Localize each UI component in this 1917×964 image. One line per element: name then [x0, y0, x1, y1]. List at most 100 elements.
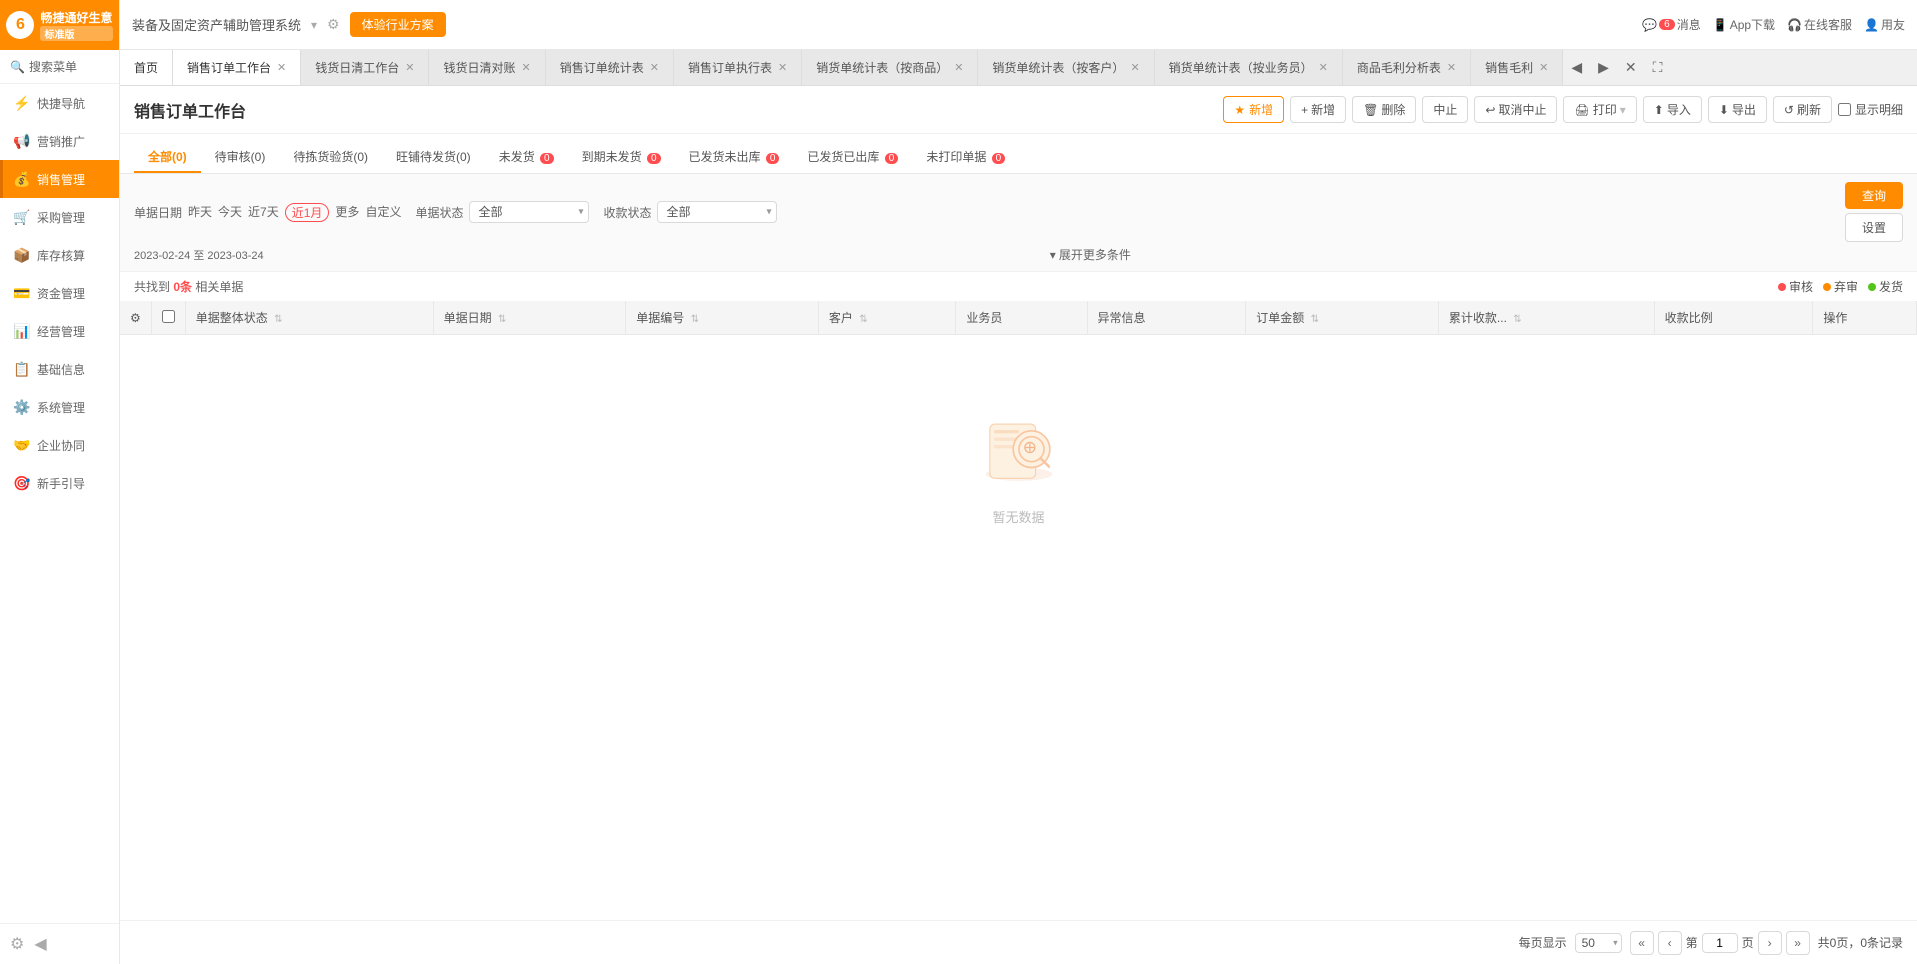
stop-btn[interactable]: 中止 — [1422, 96, 1468, 123]
page-num-input[interactable] — [1702, 933, 1738, 953]
date-link-custom[interactable]: 自定义 — [365, 203, 401, 222]
tab-close-product-margin[interactable]: ✕ — [1447, 61, 1456, 74]
tab-close-summary-product[interactable]: ✕ — [954, 61, 963, 74]
online-service-action[interactable]: 🎧 在线客服 — [1787, 16, 1852, 33]
tab-sales-summary-customer[interactable]: 销货单统计表（按客户） ✕ — [978, 50, 1154, 86]
tab-close-cash-daily[interactable]: ✕ — [405, 61, 414, 74]
tab-home[interactable]: 首页 — [120, 50, 173, 86]
subtab-not-shipped[interactable]: 未发货 0 — [485, 142, 568, 173]
tab-cash-daily[interactable]: 钱货日清工作台 ✕ — [301, 50, 429, 86]
settings-icon[interactable]: ⚙ — [10, 934, 24, 954]
sort-collected-icon[interactable]: ⇅ — [1513, 314, 1521, 325]
logo-subtitle: 标准版 — [40, 26, 112, 41]
date-link-7days[interactable]: 近7天 — [248, 203, 279, 222]
show-detail-input[interactable] — [1838, 103, 1851, 116]
subtab-overdue-ship[interactable]: 到期未发货 0 — [568, 142, 675, 173]
sidebar-item-operations[interactable]: 📊经营管理 — [0, 312, 119, 350]
tab-close-all-btn[interactable]: ✕ — [1617, 59, 1645, 76]
col-checkbox[interactable] — [151, 301, 185, 335]
sidebar-item-finance[interactable]: 💳资金管理 — [0, 274, 119, 312]
sidebar-item-guide[interactable]: 🎯新手引导 — [0, 464, 119, 502]
date-link-today[interactable]: 今天 — [218, 203, 242, 222]
dropdown-arrow[interactable]: ▾ — [311, 18, 317, 32]
cancel-audit-action[interactable]: 弃审 — [1823, 278, 1858, 295]
cancel-stop-btn[interactable]: ↩ 取消中止 — [1474, 96, 1557, 123]
page-first-btn[interactable]: « — [1630, 931, 1654, 955]
sidebar-item-purchase[interactable]: 🛒采购管理 — [0, 198, 119, 236]
message-action[interactable]: 💬 6 消息 — [1642, 16, 1701, 33]
expand-conditions-btn[interactable]: ▾ 展开更多条件 — [1050, 246, 1131, 263]
page-last-btn[interactable]: » — [1786, 931, 1810, 955]
audit-action[interactable]: 审核 — [1778, 278, 1813, 295]
date-link-1month[interactable]: 近1月 — [285, 203, 330, 222]
ship-action[interactable]: 发货 — [1868, 278, 1903, 295]
tab-prev-btn[interactable]: ◀ — [1563, 59, 1590, 76]
sort-customer-icon[interactable]: ⇅ — [859, 314, 867, 325]
tab-cash-reconcile[interactable]: 钱货日清对账 ✕ — [429, 50, 545, 86]
select-all-checkbox[interactable] — [162, 310, 175, 323]
collapse-icon[interactable]: ◀ — [34, 934, 46, 954]
cancel-stop-icon: ↩ — [1485, 103, 1495, 117]
page-prev-btn[interactable]: ‹ — [1658, 931, 1682, 955]
nav-label-purchase: 采购管理 — [37, 209, 85, 226]
sort-number-icon[interactable]: ⇅ — [691, 314, 699, 325]
date-link-more[interactable]: 更多 — [335, 203, 359, 222]
nav-label-inventory: 库存核算 — [37, 247, 85, 264]
refresh-btn[interactable]: ↺ 刷新 — [1773, 96, 1832, 123]
page-next-btn[interactable]: › — [1758, 931, 1782, 955]
sidebar-item-quick-nav[interactable]: ⚡快捷导航 — [0, 84, 119, 122]
setting-btn[interactable]: 设置 — [1845, 213, 1903, 242]
page-size-select[interactable]: 50 100 200 — [1575, 933, 1622, 953]
status-select[interactable]: 全部 — [469, 201, 589, 223]
sidebar-item-base[interactable]: 📋基础信息 — [0, 350, 119, 388]
subtab-pending-inspect[interactable]: 待拣货验货(0) — [279, 142, 382, 173]
date-link-yesterday[interactable]: 昨天 — [188, 203, 212, 222]
import-btn[interactable]: ⬆ 导入 — [1643, 96, 1702, 123]
tab-product-margin[interactable]: 商品毛利分析表 ✕ — [1343, 50, 1471, 86]
sidebar-item-system[interactable]: ⚙️系统管理 — [0, 388, 119, 426]
add-btn[interactable]: + 新增 — [1290, 96, 1346, 123]
tab-sales-workbench[interactable]: 销售订单工作台 ✕ — [173, 50, 301, 86]
tab-sales-summary-product[interactable]: 销货单统计表（按商品） ✕ — [802, 50, 978, 86]
subtab-wangpu-ship[interactable]: 旺铺待发货(0) — [382, 142, 485, 173]
delete-btn[interactable]: 🗑 删除 — [1352, 96, 1416, 123]
print-btn[interactable]: 🖨 打印 ▾ — [1563, 96, 1636, 123]
subtab-pending-audit[interactable]: 待审核(0) — [201, 142, 280, 173]
smart-btn[interactable]: ★ 新增 — [1223, 96, 1284, 123]
tab-close-sales-workbench[interactable]: ✕ — [277, 61, 286, 74]
tab-fullscreen-btn[interactable]: ⛶ — [1645, 59, 1671, 76]
show-detail-checkbox[interactable]: 显示明细 — [1838, 101, 1903, 118]
sort-amount-icon[interactable]: ⇅ — [1311, 314, 1319, 325]
search-menu[interactable]: 🔍 搜索菜单 — [0, 50, 119, 84]
tab-sales-exec[interactable]: 销售订单执行表 ✕ — [674, 50, 802, 86]
sidebar-item-enterprise[interactable]: 🤝企业协同 — [0, 426, 119, 464]
gear-icon[interactable]: ⚙ — [327, 16, 340, 33]
app-download-action[interactable]: 📱 App下载 — [1713, 16, 1775, 33]
tab-close-sales-stats[interactable]: ✕ — [650, 61, 659, 74]
sidebar-item-sales[interactable]: 💰销售管理 — [0, 160, 119, 198]
payment-select[interactable]: 全部 — [657, 201, 777, 223]
tab-sales-summary-staff[interactable]: 销货单统计表（按业务员） ✕ — [1155, 50, 1343, 86]
tab-close-cash-reconcile[interactable]: ✕ — [522, 61, 531, 74]
subtab-all[interactable]: 全部(0) — [134, 142, 201, 173]
sort-status-icon[interactable]: ⇅ — [274, 314, 282, 325]
subtab-shipped-out[interactable]: 已发货已出库 0 — [793, 142, 912, 173]
tab-sales-profit[interactable]: 销售毛利 ✕ — [1471, 50, 1563, 86]
tab-sales-stats[interactable]: 销售订单统计表 ✕ — [546, 50, 674, 86]
sidebar-item-marketing[interactable]: 📢营销推广 — [0, 122, 119, 160]
sidebar-item-inventory[interactable]: 📦库存核算 — [0, 236, 119, 274]
export-btn[interactable]: ⬇ 导出 — [1708, 96, 1767, 123]
tab-close-summary-staff[interactable]: ✕ — [1319, 61, 1328, 74]
tab-close-summary-customer[interactable]: ✕ — [1130, 61, 1139, 74]
user-action[interactable]: 👤 用友 — [1864, 16, 1905, 33]
col-settings[interactable]: ⚙ — [120, 301, 151, 335]
tab-close-sales-profit[interactable]: ✕ — [1539, 61, 1548, 74]
industry-btn[interactable]: 体验行业方案 — [350, 12, 446, 37]
subtab-not-printed[interactable]: 未打印单据 0 — [912, 142, 1019, 173]
tab-close-sales-exec[interactable]: ✕ — [778, 61, 787, 74]
query-btn[interactable]: 查询 — [1845, 182, 1903, 209]
sort-date-icon[interactable]: ⇅ — [498, 314, 506, 325]
tab-next-btn[interactable]: ▶ — [1590, 59, 1617, 76]
payment-filter-group: 收款状态 全部 — [603, 201, 777, 223]
subtab-shipped-not-out[interactable]: 已发货未出库 0 — [675, 142, 794, 173]
